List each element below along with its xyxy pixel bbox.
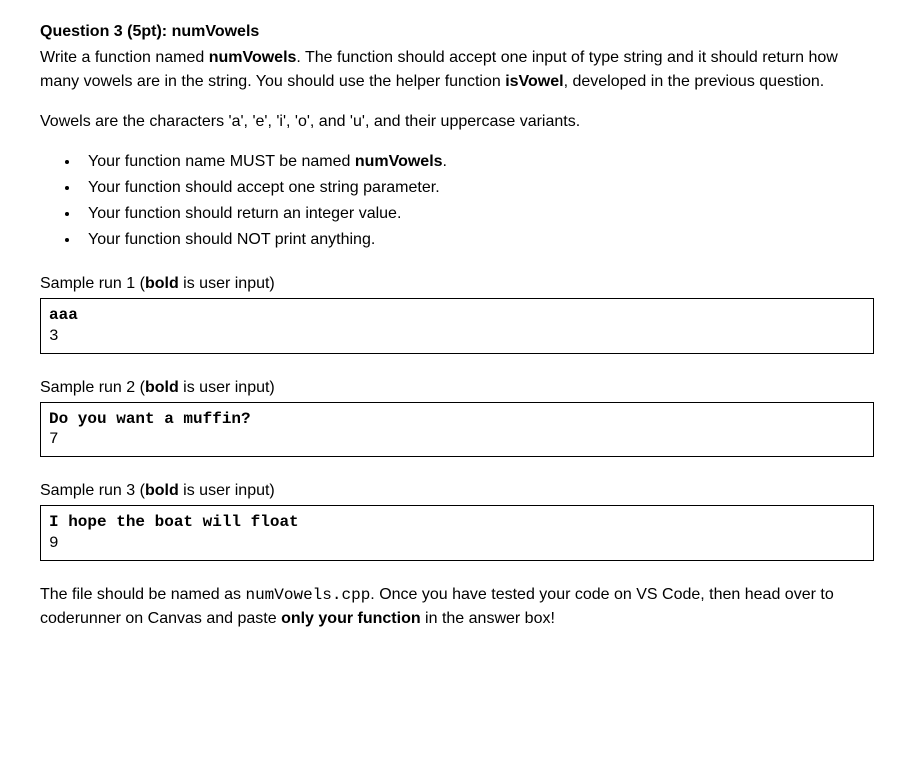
sample-run-1-label: Sample run 1 (bold is user input)	[40, 272, 874, 296]
list-item: Your function name MUST be named numVowe…	[80, 150, 874, 174]
title-prefix: Question 3 (5pt):	[40, 23, 172, 40]
bullet-bold: numVowels	[355, 153, 443, 170]
sample-output: 7	[49, 429, 865, 450]
list-item: Your function should NOT print anything.	[80, 228, 874, 252]
requirements-list: Your function name MUST be named numVowe…	[80, 150, 874, 252]
label-bold: bold	[145, 379, 179, 396]
label-text: is user input)	[179, 275, 275, 292]
bullet-text: Your function should NOT print anything.	[88, 231, 375, 248]
label-text: (	[135, 379, 145, 396]
sample-run-2-box: Do you want a muffin? 7	[40, 402, 874, 458]
bullet-text: .	[443, 153, 447, 170]
title-name: numVowels	[172, 23, 260, 40]
label-text: is user input)	[179, 482, 275, 499]
desc1-bold1: numVowels	[209, 49, 297, 66]
label-text: Sample run	[40, 379, 126, 396]
sample-run-1-box: aaa 3	[40, 298, 874, 354]
sample-input: I hope the boat will float	[49, 512, 865, 533]
footer-text: The file should be named as	[40, 586, 245, 603]
bullet-text: Your function name MUST be named	[88, 153, 355, 170]
footer-filename: numVowels.cpp	[245, 586, 370, 604]
desc2-text: Vowels are the characters 'a', 'e', 'i',…	[40, 113, 580, 130]
footer-bold: only your function	[281, 610, 421, 627]
list-item: Your function should return an integer v…	[80, 202, 874, 226]
sample-input: aaa	[49, 305, 865, 326]
footer-text: in the answer box!	[421, 610, 555, 627]
label-text: Sample run	[40, 275, 126, 292]
question-title: Question 3 (5pt): numVowels	[40, 20, 874, 44]
label-text: Sample run	[40, 482, 126, 499]
sample-input: Do you want a muffin?	[49, 409, 865, 430]
label-text: is user input)	[179, 379, 275, 396]
bullet-text: Your function should return an integer v…	[88, 205, 401, 222]
desc1-text3: , developed in the previous question.	[564, 73, 825, 90]
bullet-text: Your function should accept one string p…	[88, 179, 440, 196]
desc1-bold2: isVowel	[505, 73, 563, 90]
sample-run-3-box: I hope the boat will float 9	[40, 505, 874, 561]
label-bold: bold	[145, 482, 179, 499]
label-bold: bold	[145, 275, 179, 292]
sample-run-3-label: Sample run 3 (bold is user input)	[40, 479, 874, 503]
label-num: 2	[126, 379, 135, 396]
list-item: Your function should accept one string p…	[80, 176, 874, 200]
sample-run-2-label: Sample run 2 (bold is user input)	[40, 376, 874, 400]
desc1-text: Write a function named	[40, 49, 209, 66]
sample-output: 9	[49, 533, 865, 554]
label-num: 1	[126, 275, 135, 292]
label-num: 3	[126, 482, 135, 499]
footer-note: The file should be named as numVowels.cp…	[40, 583, 874, 631]
description-2: Vowels are the characters 'a', 'e', 'i',…	[40, 110, 874, 134]
label-text: (	[135, 275, 145, 292]
label-text: (	[135, 482, 145, 499]
sample-output: 3	[49, 326, 865, 347]
description-1: Write a function named numVowels. The fu…	[40, 46, 874, 94]
